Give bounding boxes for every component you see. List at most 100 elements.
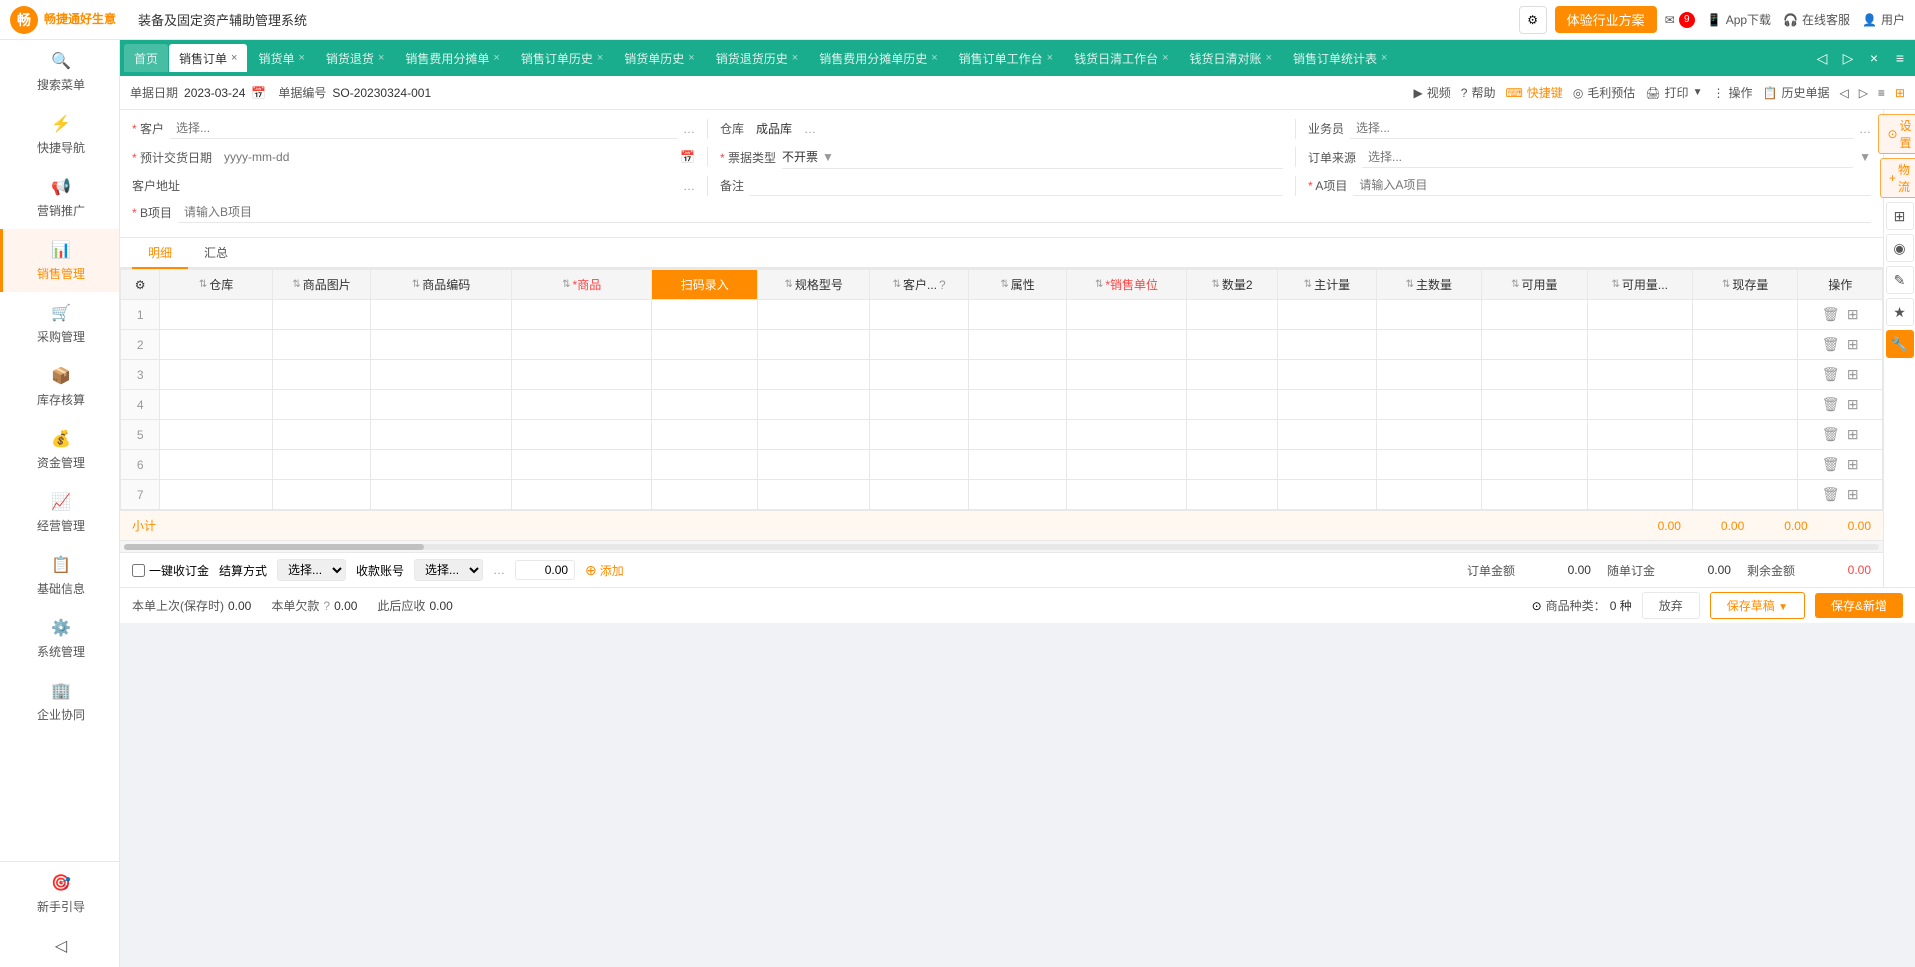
row-stock-5[interactable] <box>1692 420 1797 450</box>
row-qty2-2[interactable] <box>1186 330 1277 360</box>
row-available-4[interactable] <box>1482 390 1587 420</box>
row-spec-6[interactable] <box>757 450 869 480</box>
row-available2-5[interactable] <box>1587 420 1692 450</box>
row-product-6[interactable] <box>511 450 652 480</box>
row-warehouse-4[interactable] <box>160 390 272 420</box>
th-settings[interactable]: ⚙ <box>121 270 160 300</box>
tab-sales-return-history[interactable]: 销货单历史 × <box>614 44 704 72</box>
row-attribute-1[interactable] <box>968 300 1066 330</box>
sidebar-item-finance[interactable]: 💰 资金管理 <box>0 418 119 481</box>
customer-dots[interactable]: … <box>683 122 695 136</box>
help-action[interactable]: ? 帮助 <box>1461 84 1496 101</box>
sort-icon-main-unit[interactable]: ⇅ <box>1304 279 1312 290</box>
row-spec-5[interactable] <box>757 420 869 450</box>
row-sales-unit-3[interactable] <box>1067 360 1187 390</box>
tab-sales-stats[interactable]: 销售订单统计表 × <box>1283 44 1397 72</box>
row-warehouse-7[interactable] <box>160 480 272 510</box>
sort-icon-customer-code[interactable]: ⇅ <box>893 279 901 290</box>
sidebar-item-guide[interactable]: 🎯 新手引导 <box>0 862 119 925</box>
row-sales-unit-7[interactable] <box>1067 480 1187 510</box>
profit-action[interactable]: ◎ 毛利预估 <box>1573 84 1636 101</box>
row-product-7[interactable] <box>511 480 652 510</box>
scrollbar-track[interactable] <box>124 544 1879 550</box>
customer-address-dots[interactable]: … <box>683 179 695 193</box>
sort-icon-spec[interactable]: ⇅ <box>784 279 792 290</box>
row-sku-code-4[interactable] <box>371 390 512 420</box>
sidebar-item-purchase[interactable]: 🛒 采购管理 <box>0 292 119 355</box>
row-main-unit-7[interactable] <box>1278 480 1376 510</box>
row-spec-3[interactable] <box>757 360 869 390</box>
sidebar-item-system[interactable]: ⚙️ 系统管理 <box>0 607 119 670</box>
row-customer-code-3[interactable] <box>870 360 968 390</box>
account-select[interactable]: 选择... <box>414 559 483 581</box>
settings-icon-btn[interactable]: ⚙ <box>1519 6 1547 34</box>
row-attribute-3[interactable] <box>968 360 1066 390</box>
sort-icon-sales-unit[interactable]: ⇅ <box>1095 279 1103 290</box>
sort-icon-sku[interactable]: ⇅ <box>412 279 420 290</box>
tab-receivable-reconcile[interactable]: 钱货日清对账 × <box>1180 44 1282 72</box>
row-stock-3[interactable] <box>1692 360 1797 390</box>
right-panel-btn-4[interactable]: ★ <box>1886 298 1914 326</box>
row-main-unit-2[interactable] <box>1278 330 1376 360</box>
row-available-2[interactable] <box>1482 330 1587 360</box>
row-delete-btn-3[interactable]: 🗑 <box>1822 366 1840 382</box>
salesperson-dots[interactable]: … <box>1859 122 1871 136</box>
message-btn[interactable]: ✉ 9 <box>1665 12 1695 28</box>
row-attribute-2[interactable] <box>968 330 1066 360</box>
row-stock-2[interactable] <box>1692 330 1797 360</box>
row-stock-6[interactable] <box>1692 450 1797 480</box>
row-customer-code-4[interactable] <box>870 390 968 420</box>
tab-close-sales-refund[interactable]: × <box>378 52 384 64</box>
row-attribute-7[interactable] <box>968 480 1066 510</box>
row-scan-4[interactable] <box>652 390 757 420</box>
row-delete-btn-5[interactable]: 🗑 <box>1822 426 1840 442</box>
row-scan-5[interactable] <box>652 420 757 450</box>
user-btn[interactable]: 👤 用户 <box>1862 11 1905 28</box>
tabbar-next-btn[interactable]: ▷ <box>1837 47 1859 69</box>
row-spec-7[interactable] <box>757 480 869 510</box>
row-main-qty-6[interactable] <box>1376 450 1481 480</box>
row-sales-unit-4[interactable] <box>1067 390 1187 420</box>
row-sku-code-7[interactable] <box>371 480 512 510</box>
row-image-1[interactable] <box>272 300 370 330</box>
row-main-unit-6[interactable] <box>1278 450 1376 480</box>
row-available-3[interactable] <box>1482 360 1587 390</box>
row-qty2-7[interactable] <box>1186 480 1277 510</box>
row-available2-1[interactable] <box>1587 300 1692 330</box>
row-warehouse-6[interactable] <box>160 450 272 480</box>
row-customer-code-7[interactable] <box>870 480 968 510</box>
dots-icon[interactable]: … <box>493 563 505 577</box>
row-scan-2[interactable] <box>652 330 757 360</box>
tab-sales-order[interactable]: 销售订单 × <box>169 44 247 72</box>
row-product-2[interactable] <box>511 330 652 360</box>
row-image-4[interactable] <box>272 390 370 420</box>
delivery-date-input[interactable] <box>218 147 674 167</box>
row-main-unit-1[interactable] <box>1278 300 1376 330</box>
calendar-icon[interactable]: 📅 <box>251 86 266 100</box>
list-view-btn[interactable]: ≡ <box>1878 86 1885 100</box>
tab-sales-expense-history[interactable]: 销售费用分摊单历史 × <box>809 44 947 72</box>
tab-receivable-workbench[interactable]: 钱货日清工作台 × <box>1064 44 1178 72</box>
row-image-5[interactable] <box>272 420 370 450</box>
row-sales-unit-2[interactable] <box>1067 330 1187 360</box>
row-available2-6[interactable] <box>1587 450 1692 480</box>
row-main-unit-5[interactable] <box>1278 420 1376 450</box>
row-qty2-1[interactable] <box>1186 300 1277 330</box>
row-sku-code-1[interactable] <box>371 300 512 330</box>
sidebar-item-quick-nav[interactable]: ⚡ 快捷导航 <box>0 103 119 166</box>
row-delete-btn-4[interactable]: 🗑 <box>1822 396 1840 412</box>
row-customer-code-2[interactable] <box>870 330 968 360</box>
row-copy-btn-3[interactable]: ⊞ <box>1847 366 1859 382</box>
set-btn[interactable]: ⊙ 设置 <box>1878 114 1915 154</box>
row-image-6[interactable] <box>272 450 370 480</box>
sort-icon-image[interactable]: ⇅ <box>292 279 300 290</box>
row-delete-btn-6[interactable]: 🗑 <box>1822 456 1840 472</box>
row-copy-btn-6[interactable]: ⊞ <box>1847 456 1859 472</box>
row-customer-code-1[interactable] <box>870 300 968 330</box>
discard-btn[interactable]: 放弃 <box>1642 592 1700 619</box>
tab-close-receivable-workbench[interactable]: × <box>1162 52 1168 64</box>
tab-sales-return[interactable]: 销货单 × <box>248 44 314 72</box>
row-qty2-4[interactable] <box>1186 390 1277 420</box>
row-customer-code-6[interactable] <box>870 450 968 480</box>
view-action[interactable]: ▶ 视频 <box>1414 84 1451 101</box>
